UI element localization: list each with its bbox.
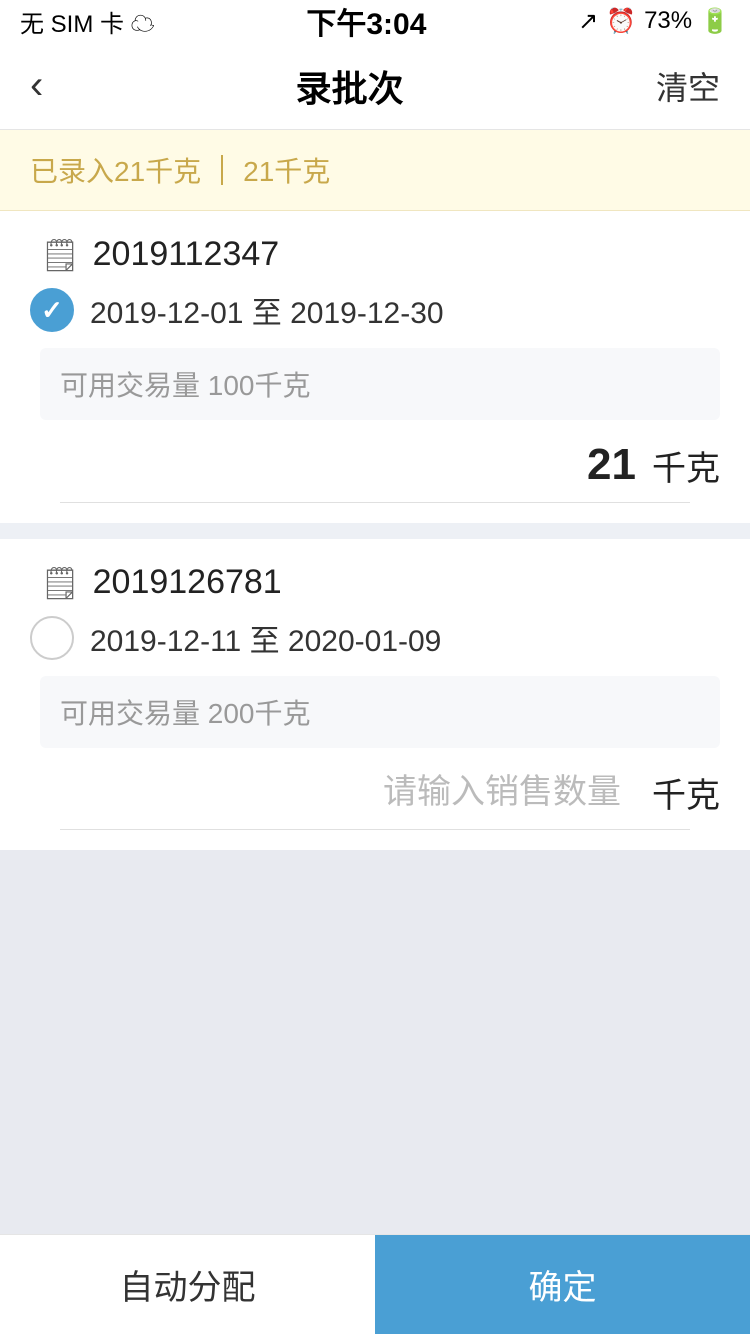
input-row-2: 千克 xyxy=(0,748,750,817)
amount-unit-1: 千克 xyxy=(652,441,720,490)
sim-icon: 无 SIM 卡 ☁ xyxy=(20,4,155,39)
recorded-value: 21千克 xyxy=(243,150,330,190)
amount-row-1: 21 千克 xyxy=(0,420,750,490)
amount-value-1: 21 xyxy=(587,440,636,490)
auto-distribute-button[interactable]: 自动分配 xyxy=(0,1235,375,1334)
batch-date-1: 2019-12-01 至 2019-12-30 xyxy=(90,288,444,332)
gray-area xyxy=(0,850,750,1290)
clear-button[interactable]: 清空 xyxy=(656,63,720,109)
batch-doc-icon-1: 🗒 xyxy=(40,236,81,274)
qty-input-2[interactable] xyxy=(193,773,636,812)
battery-icon: 🔋 xyxy=(700,7,730,36)
section-divider xyxy=(0,523,750,539)
page-title: 录批次 xyxy=(296,60,404,112)
batch-date-2: 2019-12-11 至 2020-01-09 xyxy=(90,616,441,660)
confirm-button[interactable]: 确定 xyxy=(375,1235,750,1334)
batch-id-2: 2019126781 xyxy=(93,563,282,602)
batch-card-2: 🗒 2019126781 2019-12-11 至 2020-01-09 可用交… xyxy=(0,539,750,850)
status-time: 下午3:04 xyxy=(306,0,426,43)
status-left: 无 SIM 卡 ☁ xyxy=(20,4,155,39)
available-qty-2: 可用交易量 200千克 xyxy=(40,676,720,748)
banner-divider xyxy=(221,155,223,185)
location-icon: ↗ xyxy=(578,7,598,36)
input-unit-2: 千克 xyxy=(652,768,720,817)
bottom-bar: 自动分配 确定 xyxy=(0,1234,750,1334)
batch-id-row-2: 🗒 2019126781 xyxy=(30,563,720,602)
alarm-icon: ⏰ xyxy=(606,7,636,36)
batch-checkbox-1[interactable] xyxy=(30,288,74,332)
back-button[interactable]: ‹ xyxy=(30,63,43,108)
nav-bar: ‹ 录批次 清空 xyxy=(0,42,750,130)
recorded-label: 已录入21千克 xyxy=(30,150,201,190)
batch-checkbox-2[interactable] xyxy=(30,616,74,660)
batch-date-row-2[interactable]: 2019-12-11 至 2020-01-09 xyxy=(30,616,720,660)
status-right: ↗ ⏰ 73% 🔋 xyxy=(578,7,730,36)
available-qty-1: 可用交易量 100千克 xyxy=(40,348,720,420)
battery-text: 73% xyxy=(644,7,692,35)
status-bar: 无 SIM 卡 ☁ 下午3:04 ↗ ⏰ 73% 🔋 xyxy=(0,0,750,42)
info-banner: 已录入21千克 21千克 xyxy=(0,130,750,211)
batch-id-row-1: 🗒 2019112347 xyxy=(30,235,720,274)
batch-id-1: 2019112347 xyxy=(93,235,280,274)
batch-date-row-1[interactable]: 2019-12-01 至 2019-12-30 xyxy=(30,288,720,332)
batch-card-1: 🗒 2019112347 2019-12-01 至 2019-12-30 可用交… xyxy=(0,211,750,523)
batch-doc-icon-2: 🗒 xyxy=(40,564,81,602)
